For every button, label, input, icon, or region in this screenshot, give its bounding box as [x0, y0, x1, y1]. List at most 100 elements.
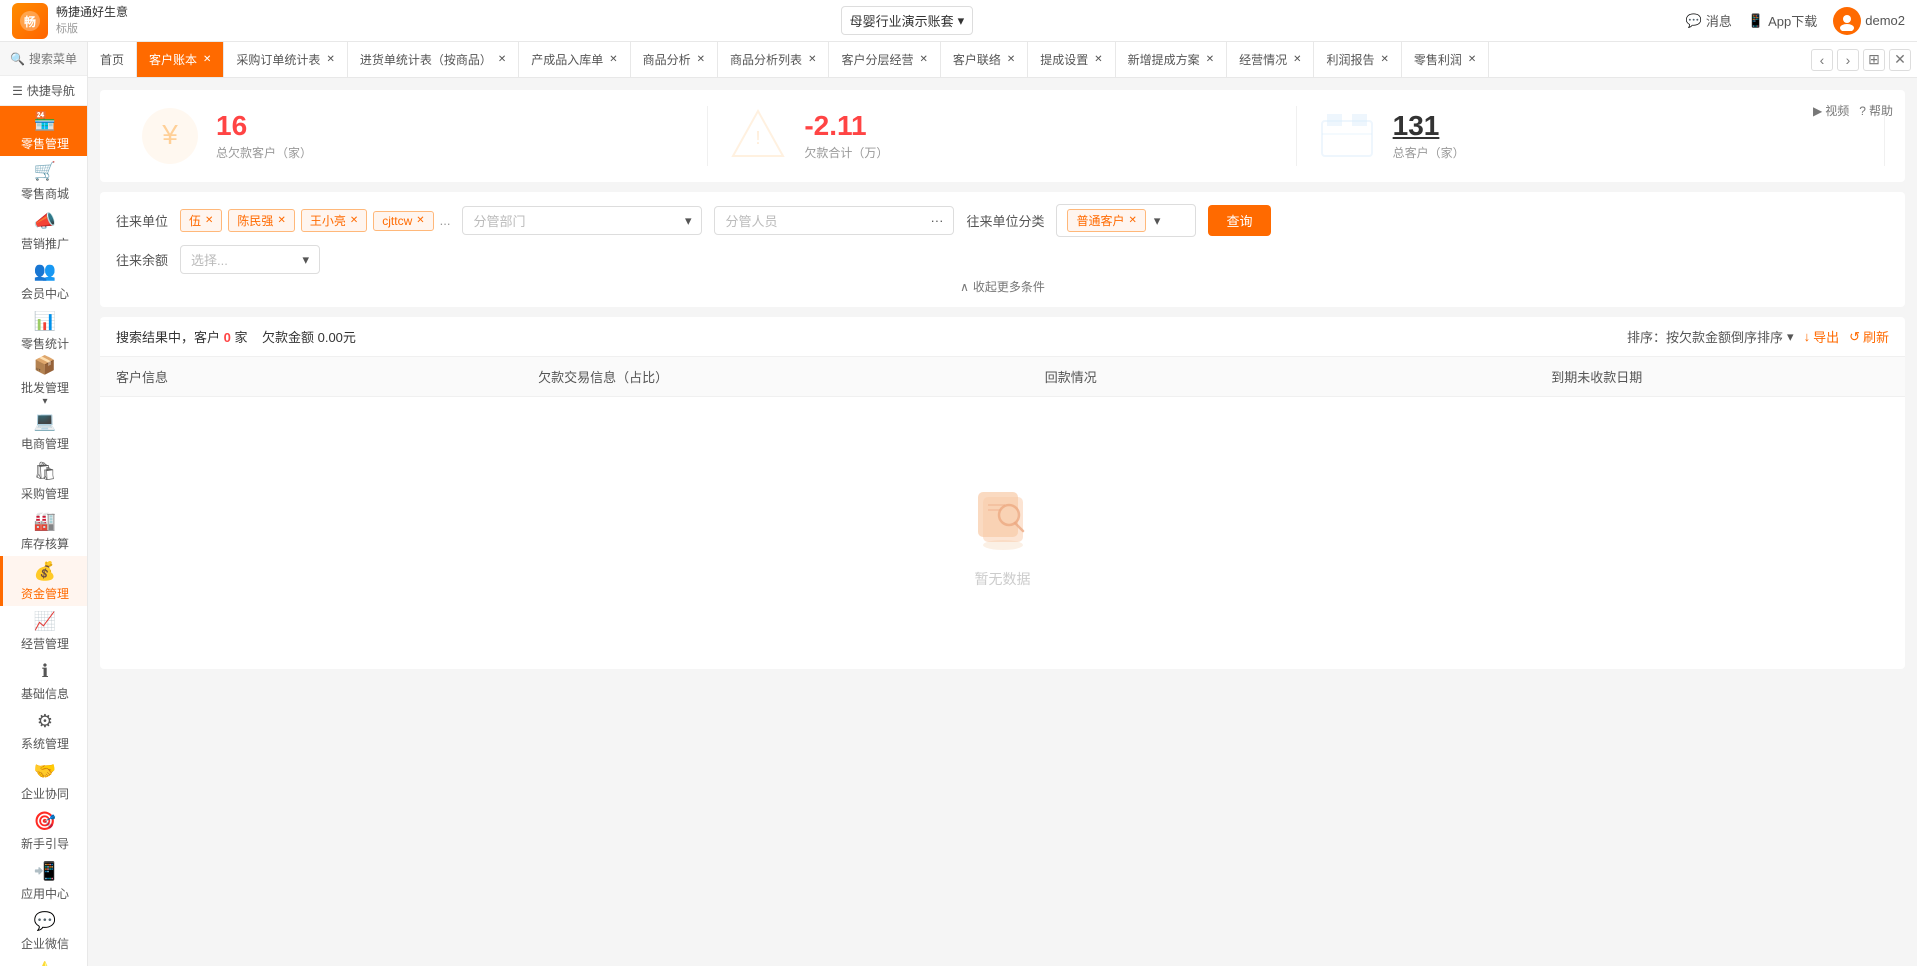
filter-area: 往来单位 伍 ✕ 陈民强 ✕ 王小亮 ✕ [100, 192, 1905, 307]
category-tag[interactable]: 普通客户 ✕ [1067, 209, 1145, 232]
stat-value-customers: 16 [216, 112, 312, 140]
tab-close-icon[interactable]: ✕ [1381, 54, 1389, 65]
sidebar-item-retail-stat[interactable]: 📊 零售统计 [0, 306, 87, 356]
stat-card-debt: ! -2.11 欠款合计（万） [708, 106, 1296, 166]
unit-filter-label: 往来单位 [116, 211, 168, 230]
tab-close-icon[interactable]: ✕ [1007, 54, 1015, 65]
filter-tag-1[interactable]: 陈民强 ✕ [228, 209, 294, 232]
tab-more-btn[interactable]: ⊞ [1863, 49, 1885, 71]
dept-select[interactable]: 分管部门 ▾ [462, 206, 702, 235]
tab-new-proposal[interactable]: 新增提成方案 ✕ [1116, 42, 1227, 77]
filter-more-btn[interactable]: ... [440, 213, 451, 228]
balance-select[interactable]: 选择... ▾ [180, 245, 320, 274]
tab-close-all-btn[interactable]: ✕ [1889, 49, 1911, 71]
tab-retail-profit[interactable]: 零售利润 ✕ [1402, 42, 1489, 77]
export-icon: ↓ [1804, 329, 1811, 344]
chevron-down-icon: ▾ [685, 213, 692, 229]
filter-tags: 伍 ✕ 陈民强 ✕ 王小亮 ✕ cjttcw ✕ [180, 209, 450, 232]
logo-sub: 标版 [56, 20, 128, 36]
tab-close-icon[interactable]: ✕ [609, 54, 617, 65]
table-summary: 搜索结果中，客户 0 家 欠款金额 0.00元 [116, 327, 356, 346]
inventory-icon: 🏭 [34, 511, 56, 532]
sort-select[interactable]: 排序：按欠款金额倒序排序 ▾ [1627, 327, 1794, 346]
export-btn[interactable]: ↓ 导出 [1804, 327, 1840, 346]
tab-next-btn[interactable]: › [1837, 49, 1859, 71]
tab-profit-report[interactable]: 利润报告 ✕ [1314, 42, 1401, 77]
tab-close-icon[interactable]: ✕ [1206, 54, 1214, 65]
sidebar-item-ecommerce[interactable]: 💻 电商管理 [0, 406, 87, 456]
tab-product-stock-in[interactable]: 产成品入库单 ✕ [519, 42, 630, 77]
sidebar-item-newbie[interactable]: 🎯 新手引导 [0, 806, 87, 856]
sidebar-item-finance[interactable]: 💰 资金管理 [0, 556, 87, 606]
tab-proposal-settings[interactable]: 提成设置 ✕ [1028, 42, 1115, 77]
sidebar-item-inventory[interactable]: 🏭 库存核算 [0, 506, 87, 556]
tag-close-icon[interactable]: ✕ [205, 215, 213, 226]
sidebar-item-member[interactable]: 👥 会员中心 [0, 256, 87, 306]
app-download-btn[interactable]: 📱 App下载 [1748, 11, 1817, 30]
play-icon: ▶ [1813, 104, 1822, 118]
person-select[interactable]: 分管人员 ··· [714, 206, 954, 235]
filter-tag-3[interactable]: cjttcw ✕ [373, 211, 433, 231]
sidebar-item-retail-mgmt[interactable]: 🏪 零售管理 [0, 106, 87, 156]
tab-close-icon[interactable]: ✕ [1468, 54, 1476, 65]
sidebar-item-base-info[interactable]: ℹ 基础信息 [0, 656, 87, 706]
filter-row-1: 往来单位 伍 ✕ 陈民强 ✕ 王小亮 ✕ [116, 204, 1889, 237]
tenant-selector[interactable]: 母婴行业演示账套 ▾ [841, 6, 974, 35]
refresh-btn[interactable]: ↺ 刷新 [1849, 327, 1889, 346]
video-help-btn[interactable]: ▶ 视频 [1813, 102, 1849, 119]
category-select[interactable]: 普通客户 ✕ ▾ [1056, 204, 1196, 237]
tab-close-icon[interactable]: ✕ [808, 54, 816, 65]
content-area: 首页 客户账本 ✕ 采购订单统计表 ✕ 进货单统计表（按商品） ✕ 产成品入库单… [88, 42, 1917, 966]
tag-close-icon[interactable]: ✕ [1129, 215, 1137, 226]
sidebar-item-purchase[interactable]: 🛍 采购管理 [0, 456, 87, 506]
tab-prev-btn[interactable]: ‹ [1811, 49, 1833, 71]
stat-value-debt: -2.11 [804, 112, 888, 140]
sidebar-item-wholesale[interactable]: 📦 批发管理 ▾ [0, 356, 87, 406]
search-menu-btn[interactable]: 🔍 搜索菜单 [0, 42, 87, 76]
tab-purchase-order[interactable]: 采购订单统计表 ✕ [224, 42, 347, 77]
tab-close-icon[interactable]: ✕ [697, 54, 705, 65]
message-btn[interactable]: 💬 消息 [1686, 11, 1732, 30]
sidebar-item-retail-mall[interactable]: 🛒 零售商城 [0, 156, 87, 206]
help-btn[interactable]: ? 帮助 [1859, 102, 1893, 119]
tab-customer-segment[interactable]: 客户分层经营 ✕ [829, 42, 940, 77]
sidebar-item-enterprise[interactable]: 🤝 企业协同 [0, 756, 87, 806]
tab-stock-stat[interactable]: 进货单统计表（按商品） ✕ [348, 42, 519, 77]
tab-customer-contact[interactable]: 客户联络 ✕ [941, 42, 1028, 77]
tab-close-icon[interactable]: ✕ [326, 54, 334, 65]
tab-close-icon[interactable]: ✕ [203, 54, 211, 65]
tag-close-icon[interactable]: ✕ [416, 215, 424, 226]
filter-tag-2[interactable]: 王小亮 ✕ [301, 209, 367, 232]
refresh-icon: ↺ [1849, 329, 1860, 345]
quick-nav-btn[interactable]: ☰ 快捷导航 [0, 76, 87, 106]
tag-close-icon[interactable]: ✕ [277, 215, 285, 226]
tab-close-icon[interactable]: ✕ [498, 54, 506, 65]
tab-product-analysis-list[interactable]: 商品分析列表 ✕ [718, 42, 829, 77]
header-right: 💬 消息 📱 App下载 demo2 [1686, 7, 1905, 35]
tab-operations-status[interactable]: 经营情况 ✕ [1227, 42, 1314, 77]
chevron-down-icon: ▾ [958, 13, 965, 29]
sidebar-item-vip[interactable]: ⭐ 畅会员 [0, 956, 87, 966]
sidebar-item-sys-mgmt[interactable]: ⚙ 系统管理 [0, 706, 87, 756]
tab-home[interactable]: 首页 [88, 42, 137, 77]
mall-icon: 🛒 [34, 161, 56, 182]
sidebar-item-marketing[interactable]: 📣 营销推广 [0, 206, 87, 256]
info-icon: ℹ [42, 661, 49, 682]
tab-close-icon[interactable]: ✕ [1293, 54, 1301, 65]
tab-product-analysis[interactable]: 商品分析 ✕ [631, 42, 718, 77]
tag-close-icon[interactable]: ✕ [350, 215, 358, 226]
filter-tag-0[interactable]: 伍 ✕ [180, 209, 222, 232]
sidebar-item-corp-wechat[interactable]: 💬 企业微信 [0, 906, 87, 956]
filter-row-2: 往来余额 选择... ▾ [116, 245, 1889, 274]
sidebar-item-operations[interactable]: 📈 经营管理 [0, 606, 87, 656]
tab-close-icon[interactable]: ✕ [919, 54, 927, 65]
logo-text-area: 畅捷通好生意 标版 [56, 5, 128, 37]
sidebar-item-app-center[interactable]: 📲 应用中心 [0, 856, 87, 906]
tab-customer-account[interactable]: 客户账本 ✕ [137, 42, 224, 77]
tab-close-icon[interactable]: ✕ [1094, 54, 1102, 65]
user-menu[interactable]: demo2 [1833, 7, 1905, 35]
message-icon: 💬 [1686, 13, 1702, 29]
query-btn[interactable]: 查询 [1208, 205, 1270, 236]
app-icon: 📲 [34, 861, 56, 882]
collapse-btn[interactable]: ∧ 收起更多条件 [960, 278, 1045, 295]
